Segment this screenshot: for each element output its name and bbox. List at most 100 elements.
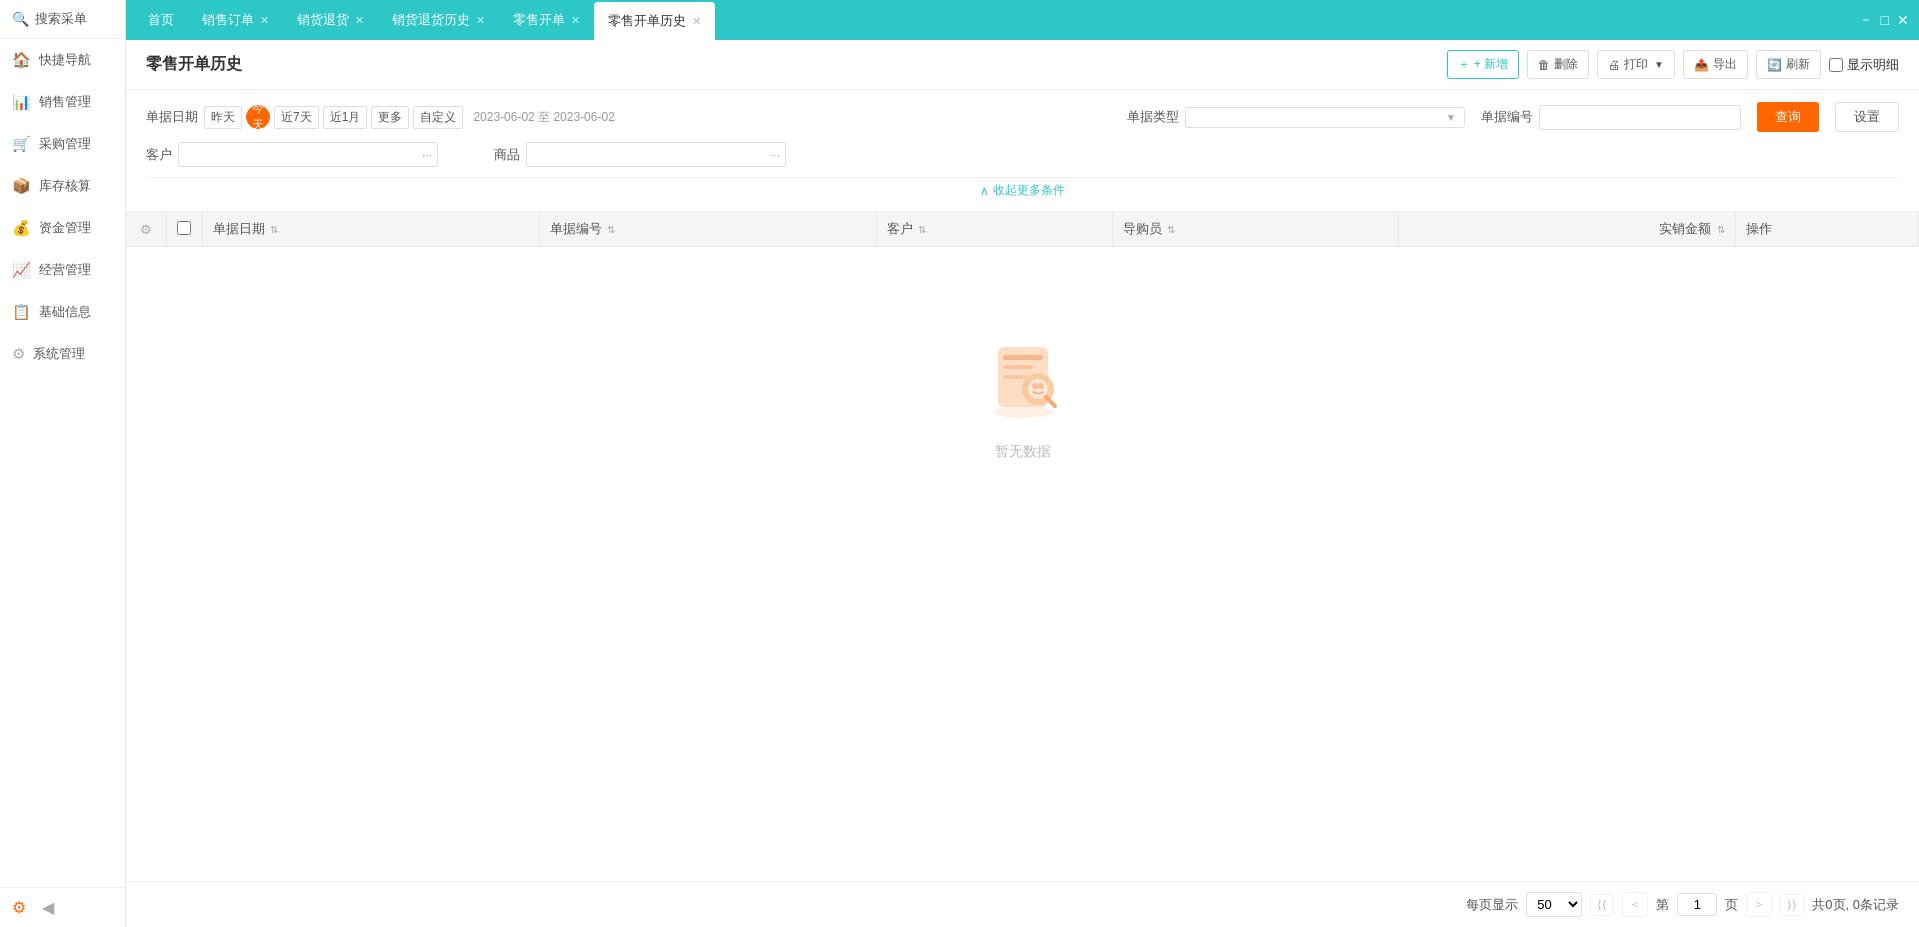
tab-retail-open-label: 零售开单 xyxy=(513,11,565,29)
system-icon: ⚙ xyxy=(12,345,25,363)
pagination: 每页显示 50 10 20 100 ⟨⟨ ＜ 第 页 ＞ ⟩⟩ 共0页, 0条记… xyxy=(126,881,1919,927)
th-amount-label: 实销金额 xyxy=(1659,221,1711,236)
query-button[interactable]: 查询 xyxy=(1757,102,1819,132)
sidebar-item-finance[interactable]: 💰 资金管理 xyxy=(0,207,125,249)
svg-rect-2 xyxy=(1003,355,1043,360)
type-select-chevron-icon: ▼ xyxy=(1446,112,1456,123)
date-more-btn[interactable]: 更多 xyxy=(371,106,409,129)
sidebar-item-label: 基础信息 xyxy=(39,303,91,321)
goods-input-dots-icon[interactable]: ··· xyxy=(770,148,780,162)
type-select[interactable]: ▼ xyxy=(1185,107,1465,128)
sidebar-item-label: 采购管理 xyxy=(39,135,91,153)
table-container: ⚙ 单据日期 ⇅ 单据编号 ⇅ 客户 xyxy=(126,212,1919,881)
current-page-input[interactable] xyxy=(1677,893,1717,916)
sidebar-item-inventory[interactable]: 📦 库存核算 xyxy=(0,165,125,207)
th-gear[interactable]: ⚙ xyxy=(126,212,166,247)
th-guide[interactable]: 导购员 ⇅ xyxy=(1112,212,1398,247)
sidebar-item-label: 经营管理 xyxy=(39,261,91,279)
sidebar-item-quick-nav[interactable]: 🏠 快捷导航 xyxy=(0,39,125,81)
filter-row-1: 单据日期 昨天 今天 近7天 近1月 更多 自定义 2023-06-02 至 2… xyxy=(146,102,1899,132)
select-all-checkbox[interactable] xyxy=(177,221,191,235)
print-button[interactable]: 🖨 打印 ▼ xyxy=(1597,50,1675,79)
add-button[interactable]: ＋ + 新增 xyxy=(1447,50,1519,79)
date-label: 单据日期 xyxy=(146,108,198,126)
tab-sales-order-label: 销售订单 xyxy=(202,11,254,29)
sidebar-item-basic-info[interactable]: 📋 基础信息 xyxy=(0,291,125,333)
window-close-button[interactable]: ✕ xyxy=(1897,12,1909,28)
date-custom-btn[interactable]: 自定义 xyxy=(413,106,463,129)
sales-icon: 📊 xyxy=(12,93,31,111)
customer-label: 客户 xyxy=(146,146,172,164)
refresh-button[interactable]: 🔄 刷新 xyxy=(1756,50,1821,79)
display-detail-toggle[interactable]: 显示明细 xyxy=(1829,56,1899,74)
table-header-row: ⚙ 单据日期 ⇅ 单据编号 ⇅ 客户 xyxy=(126,212,1919,247)
th-number[interactable]: 单据编号 ⇅ xyxy=(539,212,876,247)
page-header: 零售开单历史 ＋ + 新增 🗑 删除 🖨 打印 ▼ 📤 导出 xyxy=(126,40,1919,90)
setting-button[interactable]: 设置 xyxy=(1835,102,1899,132)
customer-input-dots-icon[interactable]: ··· xyxy=(422,148,432,162)
customer-input[interactable] xyxy=(178,142,438,167)
display-detail-checkbox[interactable] xyxy=(1829,58,1843,72)
sidebar-item-sales-mgmt[interactable]: 📊 销售管理 xyxy=(0,81,125,123)
th-guide-label: 导购员 xyxy=(1123,221,1162,236)
sidebar-search[interactable]: 🔍 搜索采单 xyxy=(0,0,125,39)
tab-sales-order-close[interactable]: ✕ xyxy=(260,14,269,27)
sidebar-item-purchase-mgmt[interactable]: 🛒 采购管理 xyxy=(0,123,125,165)
sidebar-item-system[interactable]: ⚙ 系统管理 xyxy=(0,333,125,375)
th-check[interactable] xyxy=(166,212,202,247)
tab-retail-open-history-label: 零售开单历史 xyxy=(608,12,686,30)
last-page-button[interactable]: ⟩⟩ xyxy=(1780,894,1804,916)
tab-home[interactable]: 首页 xyxy=(134,0,188,40)
add-icon: ＋ xyxy=(1458,56,1470,73)
window-min-button[interactable]: － xyxy=(1859,11,1873,29)
tab-retail-open-history-close[interactable]: ✕ xyxy=(692,15,701,28)
sidebar-item-label: 销售管理 xyxy=(39,93,91,111)
window-max-button[interactable]: □ xyxy=(1881,12,1889,28)
th-number-label: 单据编号 xyxy=(550,221,602,236)
tab-sales-return-history-close[interactable]: ✕ xyxy=(476,14,485,27)
date-yesterday-btn[interactable]: 昨天 xyxy=(204,106,242,129)
export-button[interactable]: 📤 导出 xyxy=(1683,50,1748,79)
th-date[interactable]: 单据日期 ⇅ xyxy=(202,212,539,247)
filter-row-2: 客户 ··· 商品 ··· xyxy=(146,142,1899,167)
date-shortcuts: 昨天 今天 近7天 近1月 更多 自定义 xyxy=(204,105,463,129)
goods-input[interactable] xyxy=(526,142,786,167)
tabbar: 首页 销售订单 ✕ 销货退货 ✕ 销货退货历史 ✕ 零售开单 ✕ 零售开单历史 … xyxy=(126,0,1919,40)
th-customer-sort-icon: ⇅ xyxy=(918,224,926,235)
collapse-more-btn[interactable]: ∧ 收起更多条件 xyxy=(146,177,1899,203)
date-1month-btn[interactable]: 近1月 xyxy=(323,106,368,129)
sidebar-collapse-icon[interactable]: ◀ xyxy=(42,898,54,917)
sidebar: 🔍 搜索采单 🏠 快捷导航 📊 销售管理 🛒 采购管理 📦 库存核算 💰 资金管… xyxy=(0,0,126,927)
date-today-btn[interactable]: 今天 xyxy=(246,105,270,129)
per-page-select[interactable]: 50 10 20 100 xyxy=(1526,892,1582,917)
tab-sales-return[interactable]: 销货退货 ✕ xyxy=(283,0,378,40)
tab-sales-return-close[interactable]: ✕ xyxy=(355,14,364,27)
customer-input-wrap: ··· xyxy=(178,142,438,167)
number-input-wrap xyxy=(1539,105,1741,130)
tab-retail-open-close[interactable]: ✕ xyxy=(571,14,580,27)
th-customer[interactable]: 客户 ⇅ xyxy=(876,212,1112,247)
prev-page-button[interactable]: ＜ xyxy=(1622,892,1648,917)
number-input[interactable] xyxy=(1539,105,1741,130)
window-controls: － □ ✕ xyxy=(1859,0,1909,40)
tab-sales-order[interactable]: 销售订单 ✕ xyxy=(188,0,283,40)
tab-retail-open[interactable]: 零售开单 ✕ xyxy=(499,0,594,40)
data-table: ⚙ 单据日期 ⇅ 单据编号 ⇅ 客户 xyxy=(126,212,1919,247)
delete-button[interactable]: 🗑 删除 xyxy=(1527,50,1589,79)
refresh-icon: 🔄 xyxy=(1767,58,1782,72)
sidebar-item-label: 资金管理 xyxy=(39,219,91,237)
filter-date: 单据日期 昨天 今天 近7天 近1月 更多 自定义 2023-06-02 至 2… xyxy=(146,105,615,129)
sidebar-item-label: 库存核算 xyxy=(39,177,91,195)
date-7days-btn[interactable]: 近7天 xyxy=(274,106,319,129)
export-label: 导出 xyxy=(1713,56,1737,73)
sidebar-settings-icon[interactable]: ⚙ xyxy=(12,898,26,917)
export-icon: 📤 xyxy=(1694,58,1709,72)
add-label: + 新增 xyxy=(1474,56,1508,73)
filter-customer: 客户 ··· xyxy=(146,142,438,167)
tab-sales-return-history[interactable]: 销货退货历史 ✕ xyxy=(378,0,499,40)
first-page-button[interactable]: ⟨⟨ xyxy=(1590,894,1614,916)
tab-retail-open-history[interactable]: 零售开单历史 ✕ xyxy=(594,2,715,40)
sidebar-item-operations[interactable]: 📈 经营管理 xyxy=(0,249,125,291)
next-page-button[interactable]: ＞ xyxy=(1746,892,1772,917)
th-amount[interactable]: 实销金额 ⇅ xyxy=(1399,212,1736,247)
